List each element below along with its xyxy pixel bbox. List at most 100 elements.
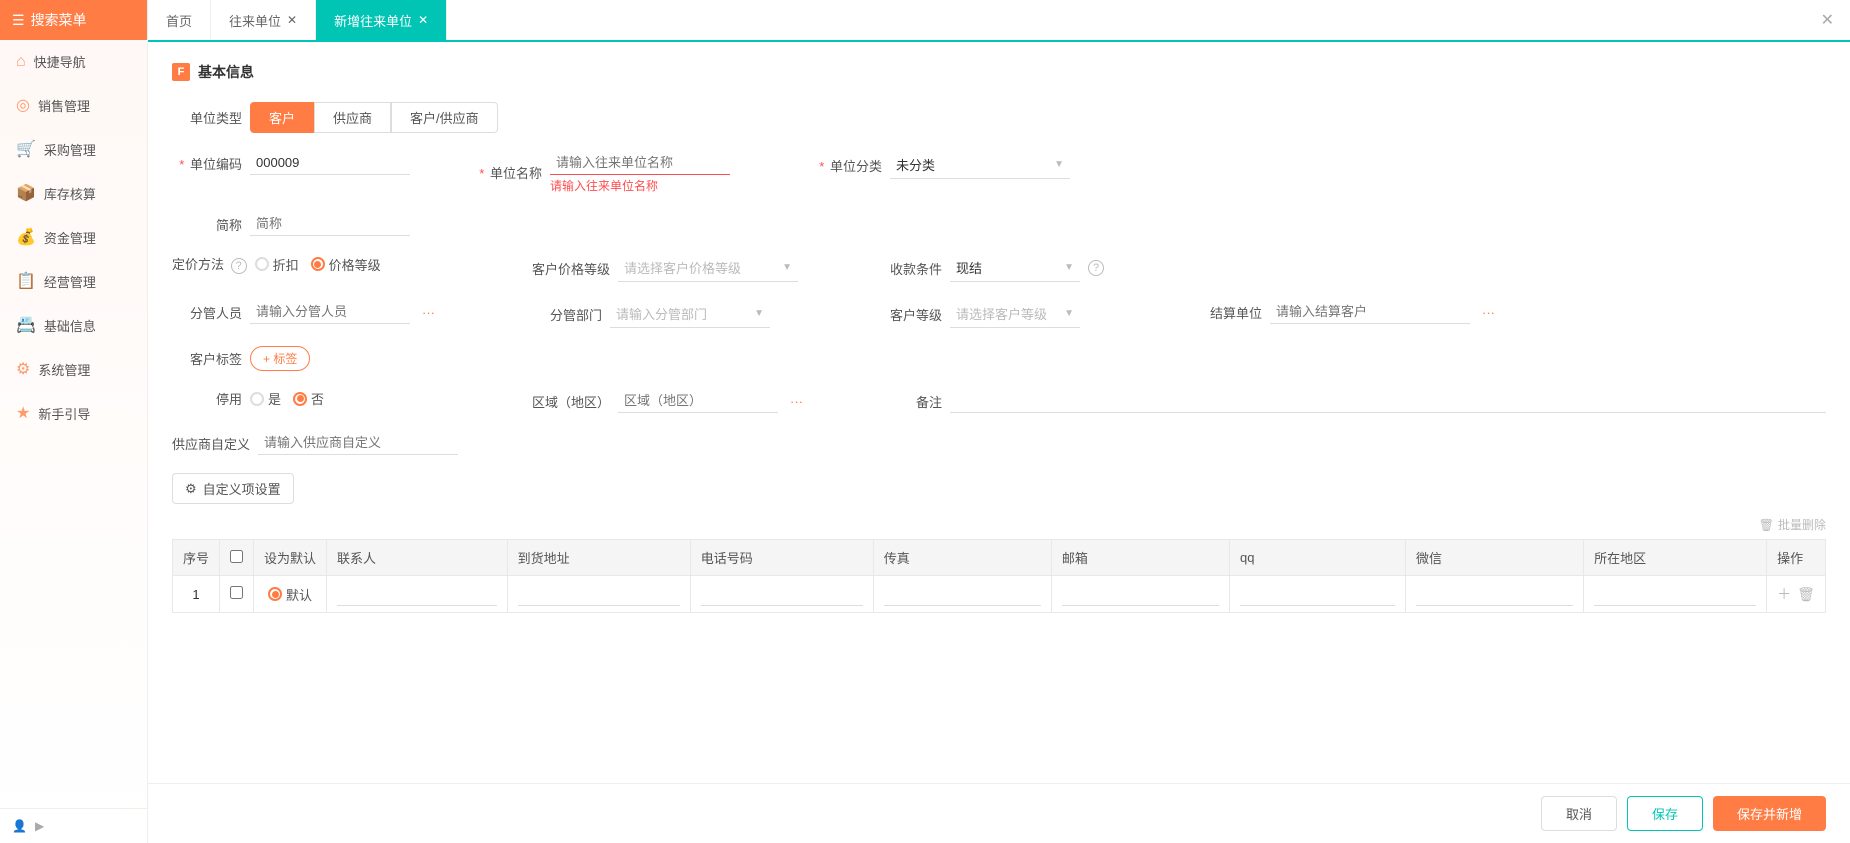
dept-select[interactable]: 请输入分管部门 ▼	[610, 300, 770, 328]
settlement-field: 结算单位 ···	[1192, 300, 1826, 324]
sidebar-item-operations[interactable]: 📋 经营管理	[0, 259, 147, 303]
settlement-more-button[interactable]: ···	[1478, 305, 1499, 320]
row-add-icon[interactable]: ＋	[1777, 584, 1791, 604]
window-close-button[interactable]: ✕	[1821, 10, 1834, 30]
tab-home[interactable]: 首页	[148, 0, 211, 40]
radio-discount-circle	[255, 257, 269, 271]
select-all-checkbox[interactable]	[230, 550, 243, 563]
row-address	[507, 576, 690, 613]
row-qq	[1230, 576, 1406, 613]
pricing-help-icon[interactable]: ?	[231, 258, 247, 274]
radio-disabled-yes-circle	[250, 392, 264, 406]
bottom-bar: 取消 保存 保存并新增	[148, 783, 1850, 843]
row-email-input[interactable]	[1062, 582, 1219, 606]
pricing-radio-group: 折扣 价格等级	[255, 255, 381, 274]
manager-input[interactable]	[250, 300, 410, 324]
region-input[interactable]	[618, 389, 778, 413]
radio-price-level[interactable]: 价格等级	[311, 255, 381, 274]
sidebar-item-system[interactable]: ⚙ 系统管理	[0, 347, 147, 391]
row-phone	[690, 576, 873, 613]
search-menu-button[interactable]: ☰ 搜索菜单	[0, 0, 147, 40]
sidebar-item-sales[interactable]: ◎ 销售管理	[0, 83, 147, 127]
row-phone-input[interactable]	[701, 582, 863, 606]
tab-bar: 首页 往来单位 ✕ 新增往来单位 ✕ ✕	[148, 0, 1850, 42]
sidebar-item-purchase[interactable]: 🛒 采购管理	[0, 127, 147, 171]
custom-settings-button[interactable]: ⚙ 自定义项设置	[172, 473, 294, 504]
sidebar-item-label: 经营管理	[44, 272, 96, 291]
abbr-input[interactable]	[250, 212, 410, 236]
settlement-input[interactable]	[1270, 300, 1470, 324]
settlement-label: 结算单位	[1192, 303, 1262, 322]
save-button[interactable]: 保存	[1627, 796, 1703, 831]
add-tag-button[interactable]: + 标签	[250, 346, 310, 371]
radio-price-level-circle	[311, 257, 325, 271]
row-fax-input[interactable]	[884, 582, 1041, 606]
unit-category-label: * 单位分类	[812, 156, 882, 175]
customer-price-select[interactable]: 请选择客户价格等级 ▼	[618, 254, 798, 282]
sidebar-item-label: 销售管理	[38, 96, 90, 115]
add-tag-label: + 标签	[263, 350, 297, 367]
sidebar-item-basic-info[interactable]: 📇 基础信息	[0, 303, 147, 347]
supplier-custom-input[interactable]	[258, 431, 458, 455]
row-default-radio-dot	[272, 591, 279, 598]
row-default-radio[interactable]: 默认	[264, 585, 316, 604]
section-header: F 基本信息	[172, 62, 1826, 82]
row-address-input[interactable]	[518, 582, 680, 606]
payment-help-icon[interactable]: ?	[1088, 260, 1104, 276]
unit-name-input[interactable]	[550, 151, 730, 175]
table-header-row: 序号 设为默认 联系人 到货地址 电话号码 传真 邮箱 qq 微信 所在地区 操…	[173, 540, 1826, 576]
save-and-new-button[interactable]: 保存并新增	[1713, 796, 1826, 831]
row-wechat-input[interactable]	[1416, 582, 1573, 606]
region-more-button[interactable]: ···	[786, 394, 807, 409]
remark-label: 备注	[872, 392, 942, 411]
payment-label: 收款条件	[872, 259, 942, 278]
unit-category-field: * 单位分类 未分类 ▼	[812, 151, 1132, 179]
tab-partners-close-icon[interactable]: ✕	[287, 13, 297, 27]
row-checkbox[interactable]	[230, 586, 243, 599]
search-icon: ☰	[12, 12, 25, 29]
type-btn-both[interactable]: 客户/供应商	[391, 102, 498, 133]
customer-level-field: 客户等级 请选择客户等级 ▼	[872, 300, 1192, 328]
row-region-input[interactable]	[1594, 582, 1756, 606]
tab-partners[interactable]: 往来单位 ✕	[211, 0, 316, 40]
batch-delete-label[interactable]: 批量删除	[1778, 516, 1826, 533]
row-qq-input[interactable]	[1240, 582, 1395, 606]
payment-select[interactable]: 现结 ▼	[950, 254, 1080, 282]
type-btn-customer[interactable]: 客户	[250, 102, 314, 133]
unit-category-select[interactable]: 未分类 ▼	[890, 151, 1070, 179]
radio-disabled-yes[interactable]: 是	[250, 389, 281, 408]
manager-row: 分管人员 ··· 分管部门 请输入分管部门 ▼ 客户等级 请选择客户等级 ▼	[172, 300, 1826, 328]
unit-code-input[interactable]	[250, 151, 410, 175]
cancel-button[interactable]: 取消	[1541, 796, 1617, 831]
customer-level-placeholder: 请选择客户等级	[956, 304, 1060, 323]
remark-input[interactable]	[950, 389, 1826, 413]
manager-field: 分管人员 ···	[172, 300, 532, 324]
dept-placeholder: 请输入分管部门	[616, 304, 750, 323]
row-email	[1051, 576, 1229, 613]
tab-new-partner[interactable]: 新增往来单位 ✕	[316, 0, 447, 40]
radio-disabled-no[interactable]: 否	[293, 389, 324, 408]
sidebar-item-quick-nav[interactable]: ⌂ 快捷导航	[0, 40, 147, 83]
col-index: 序号	[173, 540, 220, 576]
sidebar-item-inventory[interactable]: 📦 库存核算	[0, 171, 147, 215]
manager-more-button[interactable]: ···	[418, 305, 439, 320]
unit-type-row: 单位类型 客户 供应商 客户/供应商	[172, 102, 1826, 133]
radio-discount[interactable]: 折扣	[255, 255, 299, 274]
sidebar-item-label: 快捷导航	[34, 52, 86, 71]
type-btn-supplier[interactable]: 供应商	[314, 102, 391, 133]
inventory-icon: 📦	[16, 183, 36, 203]
tab-new-partner-close-icon[interactable]: ✕	[418, 13, 428, 27]
sidebar-item-newbie[interactable]: ★ 新手引导	[0, 391, 147, 435]
payment-arrow-icon: ▼	[1064, 262, 1074, 273]
row-delete-icon[interactable]: 🗑	[1797, 586, 1815, 603]
unit-name-field-wrapper: 请输入往来单位名称	[550, 151, 812, 194]
row-contact-input[interactable]	[337, 582, 497, 606]
radio-disabled-no-label: 否	[311, 389, 324, 408]
unit-category-arrow-icon: ▼	[1054, 159, 1064, 170]
customer-level-select[interactable]: 请选择客户等级 ▼	[950, 300, 1080, 328]
sidebar-item-finance[interactable]: 💰 资金管理	[0, 215, 147, 259]
tab-new-partner-label: 新增往来单位	[334, 11, 412, 30]
disabled-field: 停用 是 否	[172, 389, 532, 408]
row-action-icons: ＋ 🗑	[1777, 584, 1815, 604]
customer-price-arrow-icon: ▼	[782, 262, 792, 273]
